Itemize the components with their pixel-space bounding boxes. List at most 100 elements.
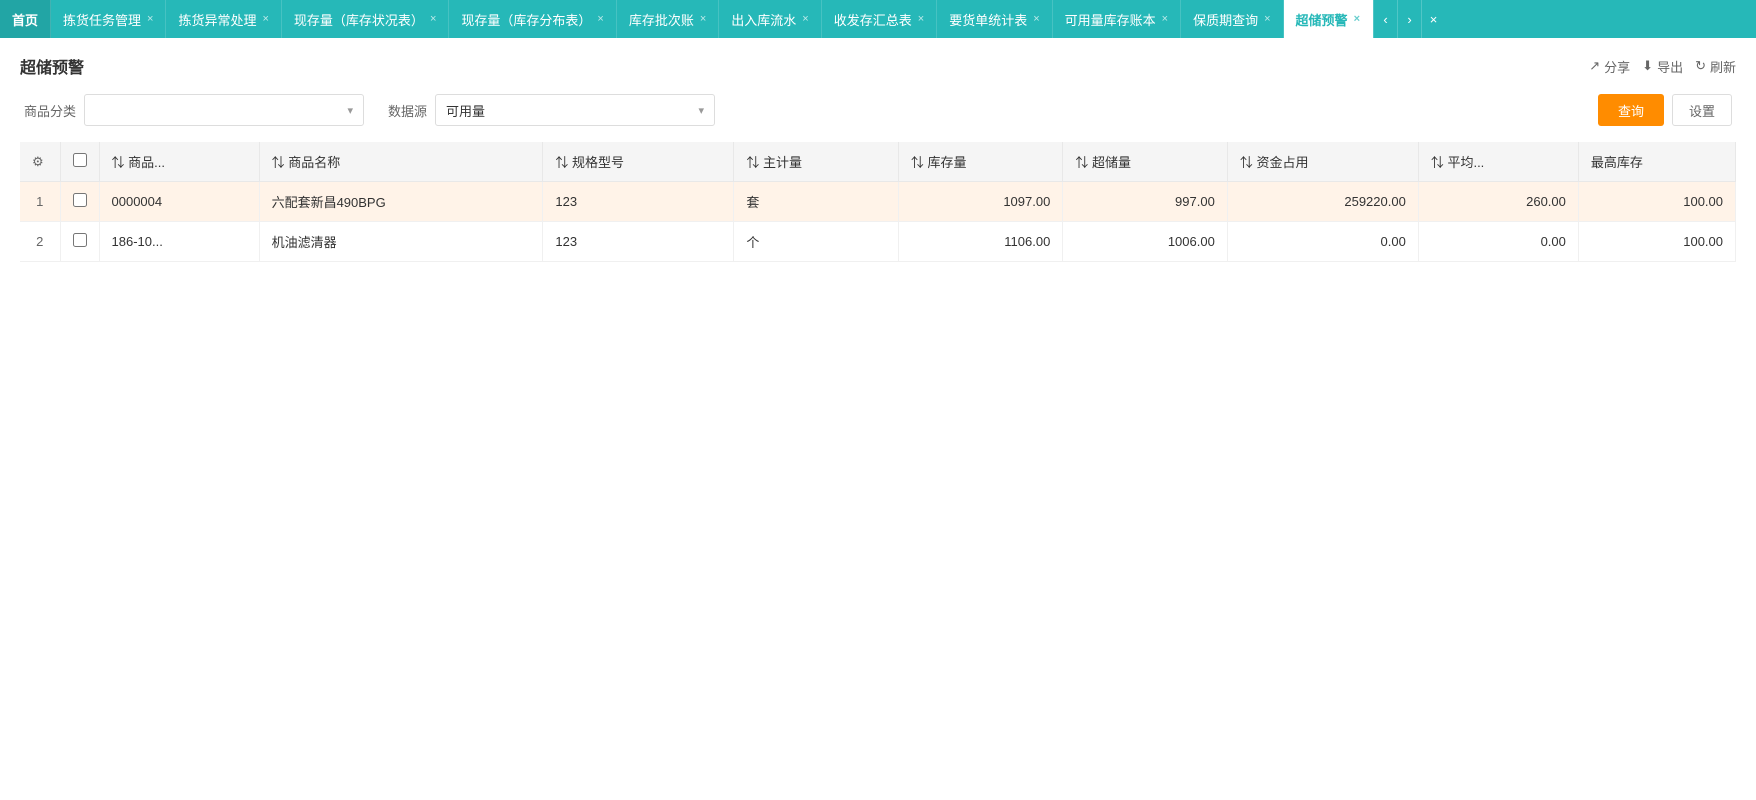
cell-stock-1: 1097.00 xyxy=(898,182,1062,222)
datasource-label: 数据源 xyxy=(388,101,427,120)
datasource-value: 可用量 xyxy=(446,101,485,120)
cell-spec-2: 123 xyxy=(543,222,734,262)
row-checkbox-2[interactable] xyxy=(73,233,87,247)
nav-task-mgmt[interactable]: 拣货任务管理 × xyxy=(51,0,166,38)
cell-avg-1: 260.00 xyxy=(1418,182,1578,222)
close-summary[interactable]: × xyxy=(918,13,924,25)
th-avg: ⇅ 平均... xyxy=(1418,142,1578,182)
query-button[interactable]: 查询 xyxy=(1598,94,1664,126)
table-row: 2 186-10... 机油滤清器 123 个 1106.00 1006.00 … xyxy=(20,222,1736,262)
nav-arrow-left[interactable]: ‹ xyxy=(1373,0,1397,38)
sort-icon-stock[interactable]: ⇅ xyxy=(911,155,924,170)
th-unit: ⇅ 主计量 xyxy=(734,142,898,182)
cell-max-stock-2: 100.00 xyxy=(1578,222,1735,262)
category-label: 商品分类 xyxy=(24,101,76,120)
action-buttons: 查询 设置 xyxy=(1598,94,1732,126)
cell-overstock-1: 997.00 xyxy=(1063,182,1227,222)
cell-product-name-2: 机油滤清器 xyxy=(259,222,543,262)
cell-product-name-1: 六配套新昌490BPG xyxy=(259,182,543,222)
th-max-stock: 最高库存 xyxy=(1578,142,1735,182)
close-batch-account[interactable]: × xyxy=(700,13,706,25)
category-filter-group: 商品分类 ▾ xyxy=(24,94,364,126)
nav-batch-account[interactable]: 库存批次账 × xyxy=(617,0,719,38)
close-exception[interactable]: × xyxy=(262,13,268,25)
nav-summary[interactable]: 收发存汇总表 × xyxy=(822,0,937,38)
th-product-code: ⇅ 商品... xyxy=(99,142,259,182)
th-stock: ⇅ 库存量 xyxy=(898,142,1062,182)
refresh-icon: ↻ xyxy=(1695,58,1706,74)
cell-unit-2: 个 xyxy=(734,222,898,262)
share-button[interactable]: ↗ 分享 xyxy=(1589,57,1630,76)
th-overstock: ⇅ 超储量 xyxy=(1063,142,1227,182)
close-overstock-warning[interactable]: × xyxy=(1354,13,1360,25)
row-check-2 xyxy=(60,222,99,262)
page-title: 超储预警 xyxy=(20,54,84,78)
close-available-inventory[interactable]: × xyxy=(1162,13,1168,25)
header-actions: ↗ 分享 ⬇ 导出 ↻ 刷新 xyxy=(1589,57,1736,76)
sort-icon-capital[interactable]: ⇅ xyxy=(1240,155,1253,170)
row-num-1: 1 xyxy=(20,182,60,222)
cell-capital-1: 259220.00 xyxy=(1227,182,1418,222)
filter-area: 商品分类 ▾ 数据源 可用量 ▾ 查询 设置 xyxy=(20,94,1736,126)
column-settings-icon[interactable]: ⚙ xyxy=(32,154,44,169)
data-table: ⚙ ⇅ 商品... ⇅ 商品名称 ⇅ 规格型号 ⇅ xyxy=(20,142,1736,262)
datasource-select[interactable]: 可用量 ▾ xyxy=(435,94,715,126)
close-order-stats[interactable]: × xyxy=(1033,13,1039,25)
close-inout-flow[interactable]: × xyxy=(802,13,808,25)
refresh-button[interactable]: ↻ 刷新 xyxy=(1695,57,1736,76)
nav-expiry-query[interactable]: 保质期查询 × xyxy=(1181,0,1283,38)
cell-product-code-2: 186-10... xyxy=(99,222,259,262)
top-nav: 首页 拣货任务管理 × 拣货异常处理 × 现存量（库存状况表） × 现存量（库存… xyxy=(0,0,1756,38)
close-expiry-query[interactable]: × xyxy=(1264,13,1270,25)
cell-stock-2: 1106.00 xyxy=(898,222,1062,262)
category-select[interactable]: ▾ xyxy=(84,94,364,126)
row-num-2: 2 xyxy=(20,222,60,262)
th-capital: ⇅ 资金占用 xyxy=(1227,142,1418,182)
select-all-checkbox[interactable] xyxy=(73,153,87,167)
nav-exception[interactable]: 拣货异常处理 × xyxy=(166,0,281,38)
settings-button[interactable]: 设置 xyxy=(1672,94,1732,126)
th-spec: ⇅ 规格型号 xyxy=(543,142,734,182)
nav-inout-flow[interactable]: 出入库流水 × xyxy=(719,0,821,38)
row-checkbox-1[interactable] xyxy=(73,193,87,207)
cell-spec-1: 123 xyxy=(543,182,734,222)
category-chevron-icon: ▾ xyxy=(347,104,353,117)
nav-overstock-warning[interactable]: 超储预警 × xyxy=(1284,0,1373,38)
row-check-1 xyxy=(60,182,99,222)
cell-max-stock-1: 100.00 xyxy=(1578,182,1735,222)
nav-available-inventory[interactable]: 可用量库存账本 × xyxy=(1053,0,1181,38)
nav-inventory-dist[interactable]: 现存量（库存分布表） × xyxy=(449,0,616,38)
sort-icon-avg[interactable]: ⇅ xyxy=(1431,155,1444,170)
share-icon: ↗ xyxy=(1589,58,1600,74)
nav-arrow-close[interactable]: × xyxy=(1421,0,1445,38)
cell-avg-2: 0.00 xyxy=(1418,222,1578,262)
export-button[interactable]: ⬇ 导出 xyxy=(1642,57,1683,76)
close-task-mgmt[interactable]: × xyxy=(147,13,153,25)
nav-home[interactable]: 首页 xyxy=(0,0,51,38)
cell-unit-1: 套 xyxy=(734,182,898,222)
close-inventory-dist[interactable]: × xyxy=(597,13,603,25)
close-inventory-status[interactable]: × xyxy=(430,13,436,25)
sort-icon-spec[interactable]: ⇅ xyxy=(555,155,568,170)
export-icon: ⬇ xyxy=(1642,58,1653,74)
sort-icon-product-name[interactable]: ⇅ xyxy=(272,155,285,170)
sort-icon-unit[interactable]: ⇅ xyxy=(746,155,759,170)
nav-inventory-status[interactable]: 现存量（库存状况表） × xyxy=(282,0,449,38)
header-row: ⚙ ⇅ 商品... ⇅ 商品名称 ⇅ 规格型号 ⇅ xyxy=(20,142,1736,182)
th-gear: ⚙ xyxy=(20,142,60,182)
main-content: 超储预警 ↗ 分享 ⬇ 导出 ↻ 刷新 商品分类 ▾ 数据源 xyxy=(0,38,1756,800)
datasource-chevron-icon: ▾ xyxy=(699,104,705,117)
cell-overstock-2: 1006.00 xyxy=(1063,222,1227,262)
cell-product-code-1: 0000004 xyxy=(99,182,259,222)
table-header: ⚙ ⇅ 商品... ⇅ 商品名称 ⇅ 规格型号 ⇅ xyxy=(20,142,1736,182)
nav-arrow-right[interactable]: › xyxy=(1397,0,1421,38)
page-header: 超储预警 ↗ 分享 ⬇ 导出 ↻ 刷新 xyxy=(20,54,1736,78)
sort-icon-overstock[interactable]: ⇅ xyxy=(1075,155,1088,170)
datasource-filter-group: 数据源 可用量 ▾ xyxy=(388,94,715,126)
nav-order-stats[interactable]: 要货单统计表 × xyxy=(937,0,1052,38)
th-check xyxy=(60,142,99,182)
cell-capital-2: 0.00 xyxy=(1227,222,1418,262)
sort-icon-product-code[interactable]: ⇅ xyxy=(112,155,125,170)
table-row: 1 0000004 六配套新昌490BPG 123 套 1097.00 997.… xyxy=(20,182,1736,222)
table-body: 1 0000004 六配套新昌490BPG 123 套 1097.00 997.… xyxy=(20,182,1736,262)
